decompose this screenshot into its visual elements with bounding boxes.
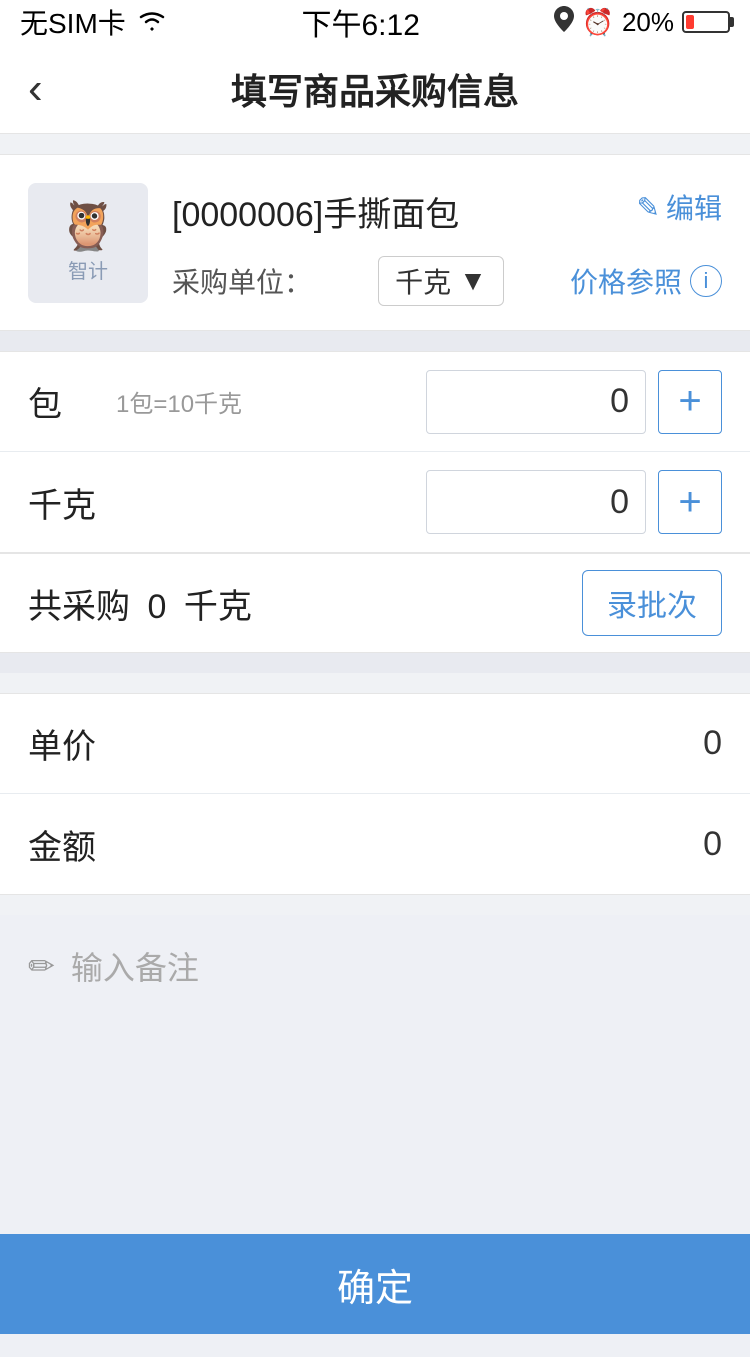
edit-button[interactable]: ✎ 编辑 xyxy=(637,187,722,227)
back-button[interactable]: ‹ xyxy=(28,64,43,114)
summary-value: 0 xyxy=(147,588,166,626)
purchase-unit-row: 采购单位： 千克 ▼ 价格参照 i xyxy=(172,256,722,306)
location-icon xyxy=(554,6,574,39)
summary-row: 共采购 0 千克 录批次 xyxy=(0,553,750,653)
page-title: 填写商品采购信息 xyxy=(231,63,519,115)
unit-price-label: 单价 xyxy=(28,719,96,768)
amount-row: 金额 0 xyxy=(0,794,750,894)
product-image: 🦉 智计 xyxy=(28,183,148,303)
confirm-button[interactable]: 确定 xyxy=(0,1234,750,1334)
kg-plus-button[interactable]: + xyxy=(658,470,722,534)
product-card: 🦉 智计 [0000006]手撕面包 ✎ 编辑 采购单位： 千克 ▼ 价格参照 … xyxy=(0,154,750,331)
kg-label: 千克 xyxy=(28,478,108,527)
unit-select[interactable]: 千克 ▼ xyxy=(378,256,504,306)
bao-label: 包 xyxy=(28,377,108,426)
status-bar: 无SIM卡 下午6:12 ⏰ 20% xyxy=(0,0,750,44)
kg-quantity-input[interactable] xyxy=(426,470,646,534)
nav-bar: ‹ 填写商品采购信息 xyxy=(0,44,750,134)
summary-text: 共采购 0 千克 xyxy=(28,579,252,628)
amount-label: 金额 xyxy=(28,820,96,869)
bao-plus-button[interactable]: + xyxy=(658,370,722,434)
bao-sublabel: 1包=10千克 xyxy=(116,384,242,419)
alarm-icon: ⏰ xyxy=(582,7,614,38)
price-section: 单价 0 金额 0 xyxy=(0,693,750,895)
section-separator-2 xyxy=(0,653,750,673)
product-logo-text: 智计 xyxy=(58,255,118,284)
note-section[interactable]: ✏ 输入备注 xyxy=(0,915,750,1017)
wifi-icon xyxy=(136,6,168,38)
chevron-down-icon: ▼ xyxy=(459,265,487,297)
amount-value: 0 xyxy=(703,825,722,864)
unit-price-row: 单价 0 xyxy=(0,694,750,794)
unit-value: 千克 xyxy=(395,261,451,301)
product-info: [0000006]手撕面包 ✎ 编辑 采购单位： 千克 ▼ 价格参照 i xyxy=(172,183,722,306)
unit-label: 采购单位： xyxy=(172,261,312,301)
unit-price-value: 0 xyxy=(703,724,722,763)
status-right: ⏰ 20% xyxy=(554,6,730,39)
note-placeholder: 输入备注 xyxy=(71,943,199,989)
info-icon: i xyxy=(690,265,722,297)
battery-icon xyxy=(682,11,730,33)
edit-icon: ✎ xyxy=(637,191,660,224)
carrier-text: 无SIM卡 xyxy=(20,2,126,42)
batch-button[interactable]: 录批次 xyxy=(582,570,722,636)
section-separator-1 xyxy=(0,331,750,351)
battery-percent: 20% xyxy=(622,7,674,38)
kg-input-row: 千克 + xyxy=(0,452,750,552)
product-logo: 🦉 xyxy=(58,203,118,251)
product-name-row: [0000006]手撕面包 ✎ 编辑 xyxy=(172,187,722,236)
bao-quantity-input[interactable] xyxy=(426,370,646,434)
quantity-input-section: 包 1包=10千克 + 千克 + xyxy=(0,351,750,553)
status-left: 无SIM卡 xyxy=(20,2,168,42)
price-ref-button[interactable]: 价格参照 i xyxy=(570,261,722,301)
time-text: 下午6:12 xyxy=(301,0,419,44)
pencil-icon: ✏ xyxy=(28,947,55,985)
bao-input-row: 包 1包=10千克 + xyxy=(0,352,750,452)
product-name: [0000006]手撕面包 xyxy=(172,187,621,236)
